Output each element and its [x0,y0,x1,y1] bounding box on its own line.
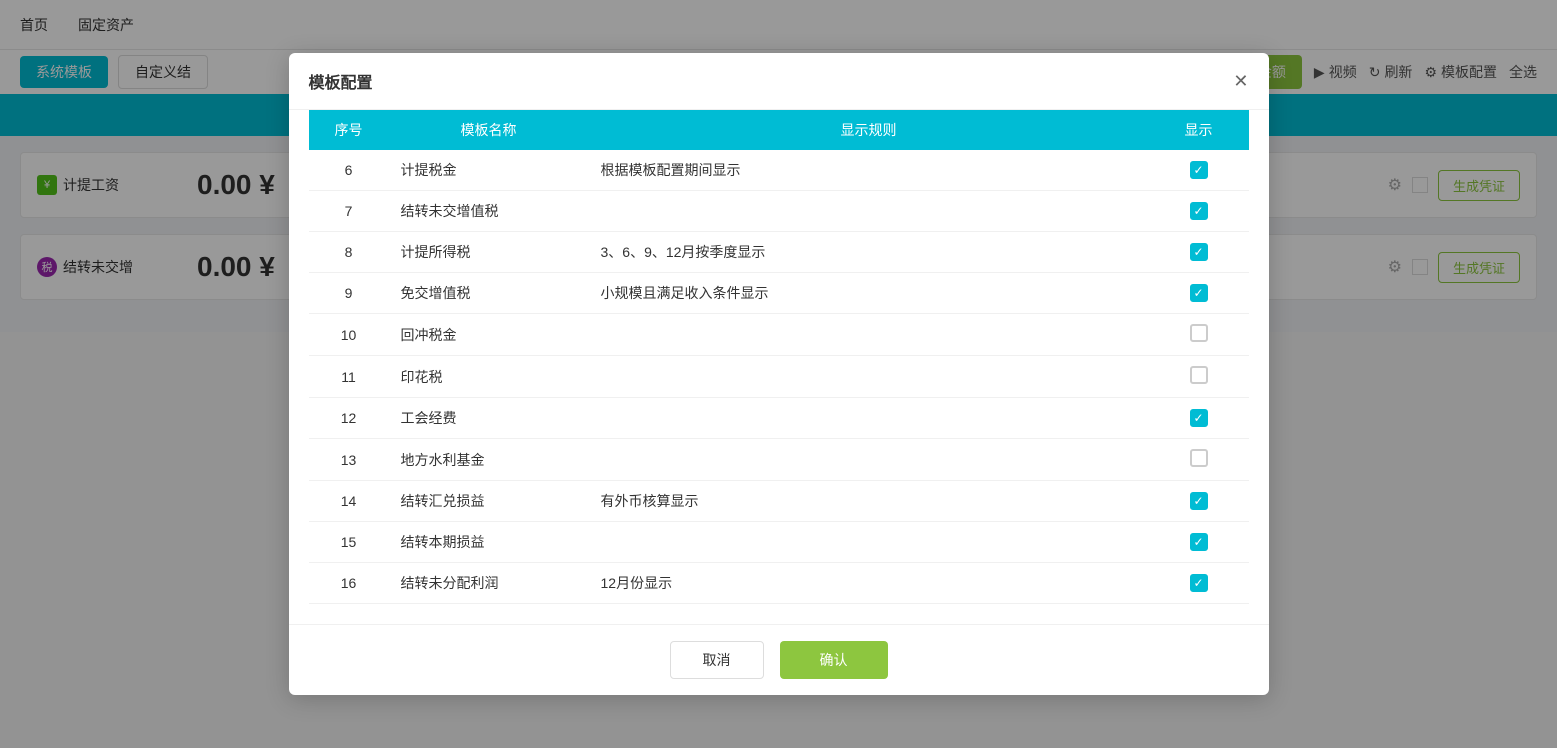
header-seq: 序号 [309,110,389,150]
cell-name: 免交增值税 [389,273,589,314]
cell-rule [589,439,1149,481]
cell-seq: 10 [309,314,389,356]
checkbox-checked[interactable]: ✓ [1190,202,1208,220]
config-table: 序号 模板名称 显示规则 显示 6计提税金根据模板配置期间显示✓7结转未交增值税… [309,110,1249,604]
header-show: 显示 [1149,110,1249,150]
cell-seq: 12 [309,398,389,439]
cell-name: 结转未交增值税 [389,191,589,232]
cell-seq: 15 [309,522,389,563]
cell-seq: 11 [309,356,389,398]
table-row: 10回冲税金 [309,314,1249,356]
cell-seq: 9 [309,273,389,314]
cell-show: ✓ [1149,522,1249,563]
cell-name: 结转本期损益 [389,522,589,563]
cell-name: 计提税金 [389,150,589,191]
cell-rule [589,398,1149,439]
header-name: 模板名称 [389,110,589,150]
cell-seq: 14 [309,481,389,522]
cell-rule [589,356,1149,398]
cell-name: 印花税 [389,356,589,398]
checkbox-unchecked[interactable] [1190,449,1208,467]
cell-show: ✓ [1149,150,1249,191]
template-config-modal: 模板配置 ✕ 序号 模板名称 显示规则 显示 6计提税金根据模板配置期间显示✓7… [289,53,1269,695]
table-row: 8计提所得税3、6、9、12月按季度显示 ✓ [309,232,1249,273]
confirm-button[interactable]: 确认 [780,641,888,679]
modal-title: 模板配置 [309,69,373,93]
checkbox-checked[interactable]: ✓ [1190,492,1208,510]
table-row: 7结转未交增值税 ✓ [309,191,1249,232]
cell-rule [589,314,1149,356]
cell-rule: 小规模且满足收入条件显示 [589,273,1149,314]
checkbox-checked[interactable]: ✓ [1190,533,1208,551]
cell-rule: 3、6、9、12月按季度显示 [589,232,1149,273]
cell-show [1149,314,1249,356]
table-row: 12工会经费 ✓ [309,398,1249,439]
cell-show [1149,439,1249,481]
modal-body[interactable]: 序号 模板名称 显示规则 显示 6计提税金根据模板配置期间显示✓7结转未交增值税… [289,110,1269,624]
checkbox-checked[interactable]: ✓ [1190,284,1208,302]
cell-seq: 6 [309,150,389,191]
cell-seq: 8 [309,232,389,273]
cancel-button[interactable]: 取消 [670,641,764,679]
cell-name: 结转未分配利润 [389,563,589,604]
table-row: 13地方水利基金 [309,439,1249,481]
modal-close-button[interactable]: ✕ [1233,72,1248,90]
cell-seq: 16 [309,563,389,604]
cell-show: ✓ [1149,232,1249,273]
cell-name: 工会经费 [389,398,589,439]
table-row: 6计提税金根据模板配置期间显示 ✓ [309,150,1249,191]
cell-name: 地方水利基金 [389,439,589,481]
table-row: 14结转汇兑损益有外币核算显示 ✓ [309,481,1249,522]
table-body: 6计提税金根据模板配置期间显示✓7结转未交增值税✓8计提所得税3、6、9、12月… [309,150,1249,604]
cell-name: 回冲税金 [389,314,589,356]
table-header: 序号 模板名称 显示规则 显示 [309,110,1249,150]
cell-seq: 13 [309,439,389,481]
cell-show: ✓ [1149,481,1249,522]
header-rule: 显示规则 [589,110,1149,150]
cell-seq: 7 [309,191,389,232]
cell-show: ✓ [1149,273,1249,314]
cell-show: ✓ [1149,563,1249,604]
modal-overlay: 模板配置 ✕ 序号 模板名称 显示规则 显示 6计提税金根据模板配置期间显示✓7… [0,0,1557,748]
modal-header: 模板配置 ✕ [289,53,1269,110]
table-row: 16结转未分配利润12月份显示 ✓ [309,563,1249,604]
table-row: 11印花税 [309,356,1249,398]
checkbox-unchecked[interactable] [1190,366,1208,384]
cell-rule [589,522,1149,563]
checkbox-checked[interactable]: ✓ [1190,243,1208,261]
cell-rule: 12月份显示 [589,563,1149,604]
cell-show [1149,356,1249,398]
table-row: 15结转本期损益 ✓ [309,522,1249,563]
checkbox-unchecked[interactable] [1190,324,1208,342]
checkbox-checked[interactable]: ✓ [1190,574,1208,592]
modal-footer: 取消 确认 [289,624,1269,695]
cell-rule: 根据模板配置期间显示 [589,150,1149,191]
cell-show: ✓ [1149,398,1249,439]
table-row: 9免交增值税小规模且满足收入条件显示 ✓ [309,273,1249,314]
checkbox-checked[interactable]: ✓ [1190,409,1208,427]
cell-rule [589,191,1149,232]
cell-name: 结转汇兑损益 [389,481,589,522]
cell-name: 计提所得税 [389,232,589,273]
checkbox-checked[interactable]: ✓ [1190,161,1208,179]
cell-show: ✓ [1149,191,1249,232]
cell-rule: 有外币核算显示 [589,481,1149,522]
